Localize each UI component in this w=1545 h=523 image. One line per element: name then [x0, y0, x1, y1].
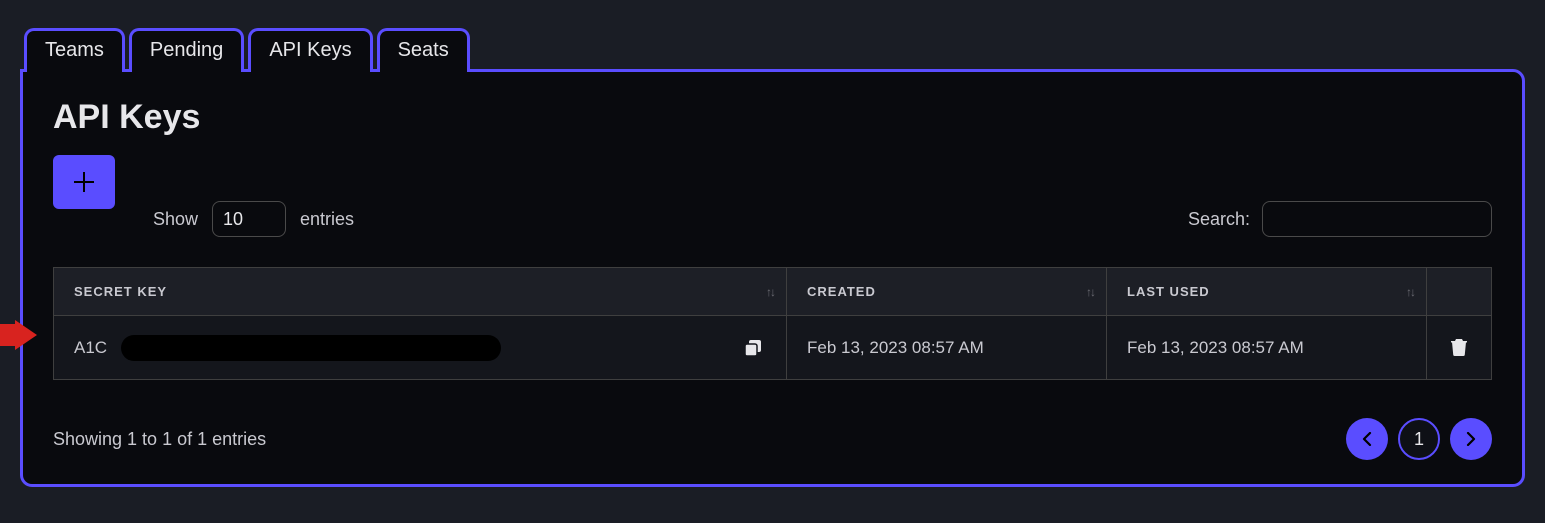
col-created[interactable]: CREATED ↑↓ — [787, 268, 1107, 316]
search-label: Search: — [1188, 209, 1250, 230]
copy-icon — [744, 339, 762, 357]
cell-secret-key: A1C — [54, 316, 787, 380]
table-footer: Showing 1 to 1 of 1 entries 1 — [53, 418, 1492, 460]
entries-control: Show entries — [153, 201, 354, 237]
search-input[interactable] — [1262, 201, 1492, 237]
search-control: Search: — [1188, 201, 1492, 237]
table-header-row: SECRET KEY ↑↓ CREATED ↑↓ LAST USED ↑↓ — [54, 268, 1492, 316]
col-secret-key[interactable]: SECRET KEY ↑↓ — [54, 268, 787, 316]
show-label: Show — [153, 209, 198, 230]
pagination: 1 — [1346, 418, 1492, 460]
entries-status: Showing 1 to 1 of 1 entries — [53, 429, 266, 450]
sort-icon: ↑↓ — [1086, 285, 1094, 299]
tab-teams[interactable]: Teams — [24, 28, 125, 72]
table-controls: Show entries Search: — [53, 191, 1492, 237]
table-row: A1C Feb 13, 2023 08:57 AM Feb 13, 2023 0… — [54, 316, 1492, 380]
col-secret-key-label: SECRET KEY — [74, 284, 167, 299]
page-number-button[interactable]: 1 — [1398, 418, 1440, 460]
cell-last-used: Feb 13, 2023 08:57 AM — [1107, 316, 1427, 380]
trash-icon — [1451, 338, 1467, 356]
prev-page-button[interactable] — [1346, 418, 1388, 460]
redacted-key — [121, 335, 501, 361]
next-page-button[interactable] — [1450, 418, 1492, 460]
col-created-label: CREATED — [807, 284, 876, 299]
sort-icon: ↑↓ — [1406, 285, 1414, 299]
main-panel: API Keys Show entries Search: SECRET KEY… — [20, 69, 1525, 487]
callout-arrow-icon — [0, 320, 37, 350]
copy-key-button[interactable] — [740, 335, 766, 361]
key-prefix: A1C — [74, 338, 107, 358]
tab-bar: Teams Pending API Keys Seats — [0, 28, 1545, 72]
delete-key-button[interactable] — [1447, 334, 1471, 360]
api-keys-table: SECRET KEY ↑↓ CREATED ↑↓ LAST USED ↑↓ A1 — [53, 267, 1492, 380]
tab-pending[interactable]: Pending — [129, 28, 244, 72]
chevron-left-icon — [1362, 432, 1372, 446]
tab-seats[interactable]: Seats — [377, 28, 470, 72]
tab-api-keys[interactable]: API Keys — [248, 28, 372, 72]
col-actions — [1427, 268, 1492, 316]
plus-icon — [73, 171, 95, 193]
sort-icon: ↑↓ — [766, 285, 774, 299]
page-title: API Keys — [53, 98, 1492, 137]
entries-input[interactable] — [212, 201, 286, 237]
chevron-right-icon — [1466, 432, 1476, 446]
cell-created: Feb 13, 2023 08:57 AM — [787, 316, 1107, 380]
col-last-used[interactable]: LAST USED ↑↓ — [1107, 268, 1427, 316]
col-last-used-label: LAST USED — [1127, 284, 1210, 299]
entries-label: entries — [300, 209, 354, 230]
cell-actions — [1427, 316, 1492, 380]
